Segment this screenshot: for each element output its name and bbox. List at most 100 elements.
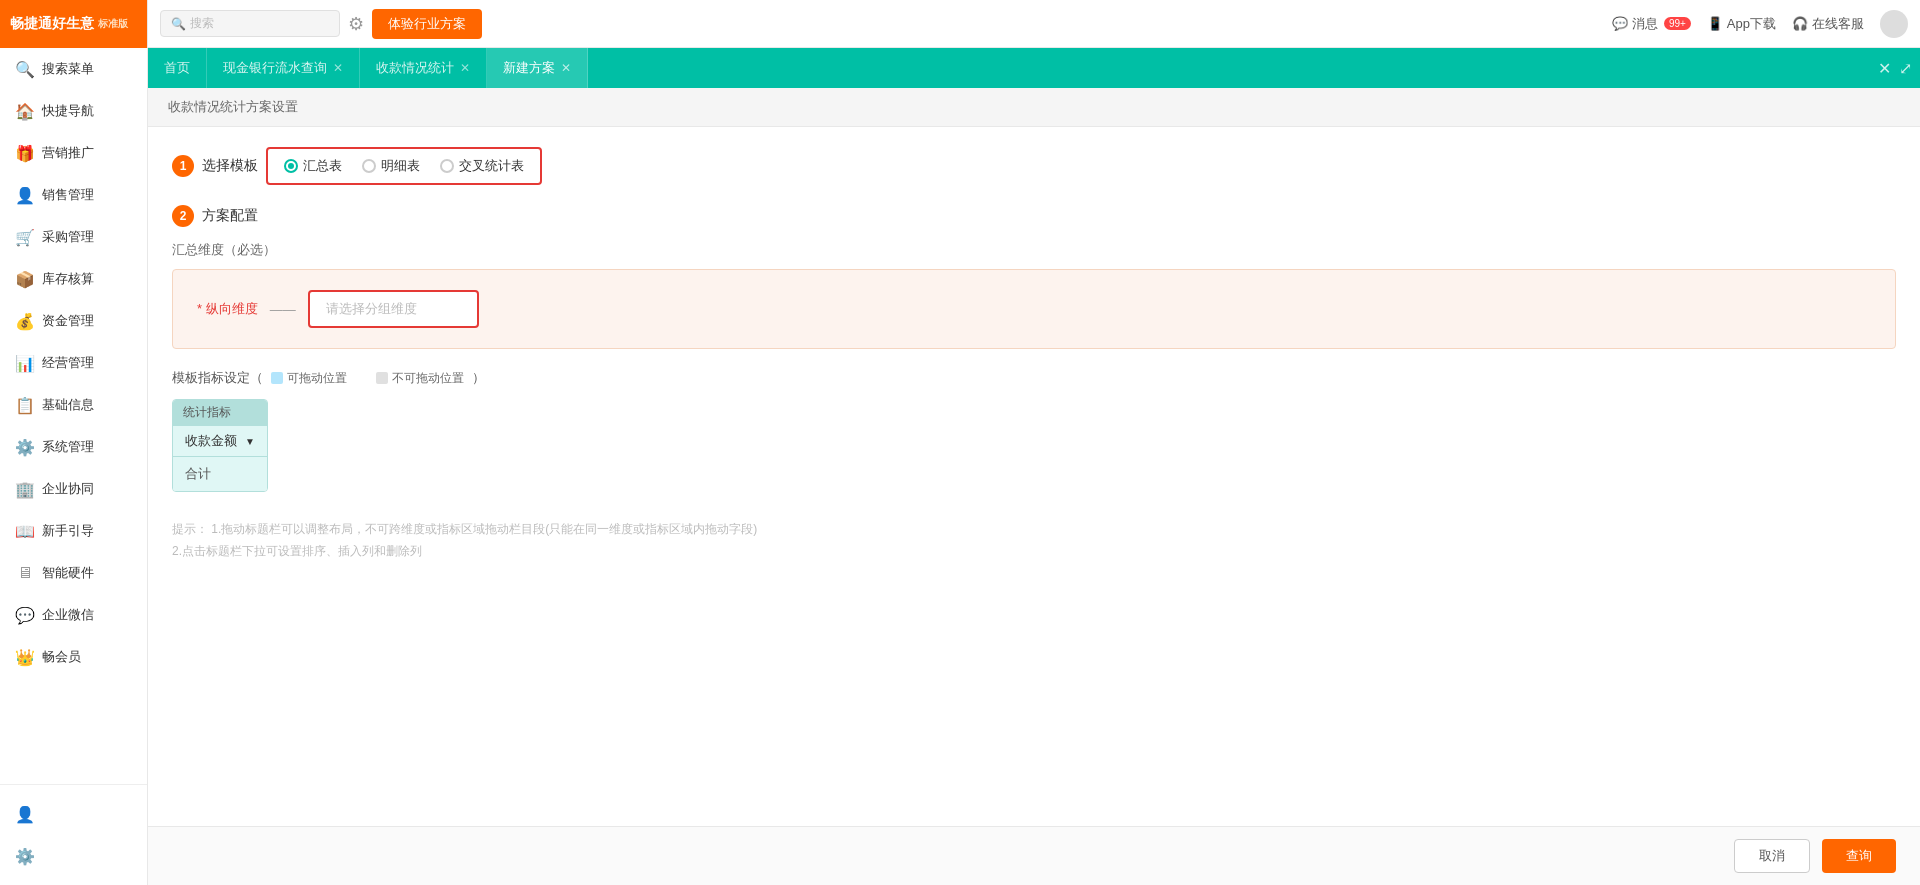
avatar — [1880, 10, 1908, 38]
tab-home[interactable]: 首页 — [148, 48, 207, 88]
radio-summary[interactable]: 汇总表 — [284, 157, 342, 175]
content-area: 收款情况统计方案设置 1 选择模板 汇总表 明细表 — [148, 88, 1920, 885]
radio-detail[interactable]: 明细表 — [362, 157, 420, 175]
trial-button[interactable]: 体验行业方案 — [372, 9, 482, 39]
tab-bank-flow-close[interactable]: ✕ — [333, 61, 343, 75]
member-label: 畅会员 — [42, 648, 81, 666]
sidebar-item-system[interactable]: ⚙️ 系统管理 — [0, 426, 147, 468]
radio-circle-cross — [440, 159, 454, 173]
sidebar-item-bottom2[interactable]: ⚙️ — [0, 835, 147, 877]
sidebar-item-bottom1[interactable]: 👤 — [0, 793, 147, 835]
dimension-vertical-label: 纵向维度 — [197, 300, 258, 318]
finance-label: 资金管理 — [42, 312, 94, 330]
tip-1: 提示： 1.拖动标题栏可以调整布局，不可跨维度或指标区域拖动栏目段(只能在同一维… — [172, 519, 1896, 541]
search-menu-icon: 🔍 — [16, 60, 34, 78]
wechat-label: 企业微信 — [42, 606, 94, 624]
marketing-label: 营销推广 — [42, 144, 94, 162]
sidebar-item-hardware[interactable]: 🖥 智能硬件 — [0, 552, 147, 594]
step1-label: 选择模板 — [202, 157, 258, 175]
online-service-button[interactable]: 🎧 在线客服 — [1792, 15, 1864, 33]
message-badge: 99+ — [1664, 17, 1691, 30]
guide-label: 新手引导 — [42, 522, 94, 540]
sales-label: 销售管理 — [42, 186, 94, 204]
tab-home-label: 首页 — [164, 59, 190, 77]
step1-section: 1 选择模板 汇总表 明细表 交叉统计表 — [172, 147, 1896, 185]
page-title: 收款情况统计方案设置 — [148, 88, 1920, 127]
fixed-dot — [376, 372, 388, 384]
tips-section: 提示： 1.拖动标题栏可以调整布局，不可跨维度或指标区域拖动栏目段(只能在同一维… — [172, 519, 1896, 562]
hardware-icon: 🖥 — [16, 564, 34, 582]
radio-summary-label: 汇总表 — [303, 157, 342, 175]
app-download-label: App下载 — [1727, 15, 1776, 33]
tab-new-plan-close[interactable]: ✕ — [561, 61, 571, 75]
legend-fixed: 不可拖动位置 — [376, 370, 464, 387]
sidebar-item-member[interactable]: 👑 畅会员 — [0, 636, 147, 678]
sidebar-item-purchase[interactable]: 🛒 采购管理 — [0, 216, 147, 258]
basic-info-label: 基础信息 — [42, 396, 94, 414]
maximize-icon[interactable]: ⤢ — [1899, 59, 1912, 78]
tab-bank-flow[interactable]: 现金银行流水查询 ✕ — [207, 48, 360, 88]
topbar: 🔍 搜索 ⚙ 体验行业方案 💬 消息 99+ 📱 App下载 🎧 在线客服 — [148, 0, 1920, 48]
radio-circle-detail — [362, 159, 376, 173]
app-icon: 📱 — [1707, 16, 1723, 31]
sidebar-item-finance[interactable]: 💰 资金管理 — [0, 300, 147, 342]
tab-collection-stats-label: 收款情况统计 — [376, 59, 454, 77]
gear-icon[interactable]: ⚙ — [348, 13, 364, 35]
sidebar-item-basic-info[interactable]: 📋 基础信息 — [0, 384, 147, 426]
tab-collection-stats-close[interactable]: ✕ — [460, 61, 470, 75]
message-label: 消息 — [1632, 15, 1658, 33]
fixed-label: 不可拖动位置 — [392, 370, 464, 387]
sidebar-item-wechat[interactable]: 💬 企业微信 — [0, 594, 147, 636]
sidebar-item-guide[interactable]: 📖 新手引导 — [0, 510, 147, 552]
footer-bar: 取消 查询 — [148, 826, 1920, 885]
radio-cross[interactable]: 交叉统计表 — [440, 157, 524, 175]
guide-icon: 📖 — [16, 522, 34, 540]
topbar-search-box[interactable]: 🔍 搜索 — [160, 10, 340, 37]
message-button[interactable]: 💬 消息 99+ — [1612, 15, 1691, 33]
indicator-settings: 模板指标设定（ 可拖动位置 不可拖动位置 ） — [172, 369, 1896, 495]
sidebar-item-quick-nav[interactable]: 🏠 快捷导航 — [0, 90, 147, 132]
tabbar: 首页 现金银行流水查询 ✕ 收款情况统计 ✕ 新建方案 ✕ ✕ ⤢ — [148, 48, 1920, 88]
wechat-icon: 💬 — [16, 606, 34, 624]
stats-table-header: 收款金额 ▼ — [173, 426, 267, 457]
app-download-button[interactable]: 📱 App下载 — [1707, 15, 1776, 33]
tab-collection-stats[interactable]: 收款情况统计 ✕ — [360, 48, 487, 88]
sidebar-item-sales[interactable]: 👤 销售管理 — [0, 174, 147, 216]
message-icon: 💬 — [1612, 16, 1628, 31]
stats-dropdown-icon[interactable]: ▼ — [245, 436, 255, 447]
indicator-title-row: 模板指标设定（ 可拖动位置 不可拖动位置 ） — [172, 369, 1896, 387]
draggable-dot — [271, 372, 283, 384]
sidebar-bottom: 👤 ⚙️ — [0, 784, 147, 885]
sidebar-item-search-menu[interactable]: 🔍 搜索菜单 — [0, 48, 147, 90]
topbar-right: 💬 消息 99+ 📱 App下载 🎧 在线客服 — [1612, 10, 1908, 38]
stats-section-header: 统计指标 — [173, 400, 267, 426]
sidebar-item-operations[interactable]: 📊 经营管理 — [0, 342, 147, 384]
inventory-icon: 📦 — [16, 270, 34, 288]
tab-bank-flow-label: 现金银行流水查询 — [223, 59, 327, 77]
quick-nav-label: 快捷导航 — [42, 102, 94, 120]
system-label: 系统管理 — [42, 438, 94, 456]
radio-cross-label: 交叉统计表 — [459, 157, 524, 175]
dimension-selector[interactable]: 请选择分组维度 — [308, 290, 479, 328]
sidebar-item-enterprise[interactable]: 🏢 企业协同 — [0, 468, 147, 510]
inventory-label: 库存核算 — [42, 270, 94, 288]
logo-sub: 标准版 — [98, 17, 128, 31]
dimension-row: 纵向维度 —— 请选择分组维度 — [197, 290, 1871, 328]
tab-new-plan-label: 新建方案 — [503, 59, 555, 77]
query-button[interactable]: 查询 — [1822, 839, 1896, 873]
main-area: 🔍 搜索 ⚙ 体验行业方案 💬 消息 99+ 📱 App下载 🎧 在线客服 首页… — [148, 0, 1920, 885]
sidebar-item-inventory[interactable]: 📦 库存核算 — [0, 258, 147, 300]
dimension-arrow: —— — [270, 302, 296, 317]
enterprise-label: 企业协同 — [42, 480, 94, 498]
sidebar-item-marketing[interactable]: 🎁 营销推广 — [0, 132, 147, 174]
legend-draggable: 可拖动位置 — [271, 370, 347, 387]
member-icon: 👑 — [16, 648, 34, 666]
tab-new-plan[interactable]: 新建方案 ✕ — [487, 48, 588, 88]
radio-detail-label: 明细表 — [381, 157, 420, 175]
search-icon: 🔍 — [171, 17, 186, 31]
step1-number: 1 — [172, 155, 194, 177]
close-window-icon[interactable]: ✕ — [1878, 59, 1891, 78]
search-menu-label: 搜索菜单 — [42, 60, 94, 78]
tip-2: 2.点击标题栏下拉可设置排序、插入列和删除列 — [172, 541, 1896, 563]
cancel-button[interactable]: 取消 — [1734, 839, 1810, 873]
